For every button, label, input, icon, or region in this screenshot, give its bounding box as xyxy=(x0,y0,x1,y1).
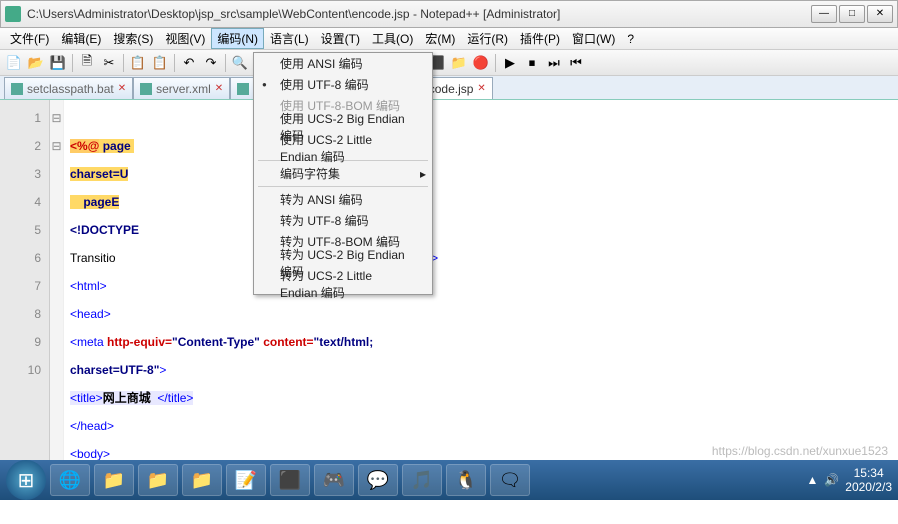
line-number: 10 xyxy=(0,356,41,384)
line-number: 7 xyxy=(0,272,41,300)
line-number: 5 xyxy=(0,216,41,244)
menu-item[interactable]: 插件(P) xyxy=(514,28,566,49)
toolbar-button[interactable]: ⏭ xyxy=(544,53,564,73)
document-tabbar: setclasspath.bat✕server.xml✕new 27✕new 3… xyxy=(0,76,898,100)
menu-item[interactable]: 窗口(W) xyxy=(566,28,621,49)
fold-column: ⊟⊟ xyxy=(50,100,64,470)
menu-item[interactable]: 语言(L) xyxy=(264,28,315,49)
toolbar-button[interactable]: 📋 xyxy=(128,53,148,73)
close-button[interactable]: ✕ xyxy=(867,5,893,23)
window-title: C:\Users\Administrator\Desktop\jsp_src\s… xyxy=(27,7,811,21)
minimize-button[interactable]: — xyxy=(811,5,837,23)
encoding-menu-item[interactable]: 转为 ANSI 编码 xyxy=(254,189,432,210)
clock-date: 2020/2/3 xyxy=(845,480,892,494)
tag-head: <head> xyxy=(70,307,111,321)
tab-close-icon[interactable]: ✕ xyxy=(118,83,126,94)
toolbar-button[interactable]: ↷ xyxy=(201,53,221,73)
toolbar: 📄📂💾🗎✂📋📋↶↷🔍🔎🔤👁⇄⬚≡¶⬛📁🔴▶⏹⏭⏮ xyxy=(0,50,898,76)
line-number: 9 xyxy=(0,328,41,356)
document-tab[interactable]: setclasspath.bat ✕ xyxy=(4,77,133,99)
taskbar-app[interactable]: 📁 xyxy=(94,464,134,496)
toolbar-button[interactable]: 💾 xyxy=(48,53,68,73)
line-number: 6 xyxy=(0,244,41,272)
line-number: 1 xyxy=(0,104,41,132)
line-number: 2 xyxy=(0,132,41,160)
taskbar-app[interactable]: 📁 xyxy=(138,464,178,496)
start-button[interactable]: ⊞ xyxy=(6,460,46,500)
tab-label: setclasspath.bat xyxy=(27,82,114,96)
toolbar-button[interactable]: 🔴 xyxy=(471,53,491,73)
toolbar-button[interactable]: 📁 xyxy=(449,53,469,73)
file-icon xyxy=(237,83,249,95)
window-controls: — □ ✕ xyxy=(811,5,893,23)
menu-item[interactable]: 编码(N) xyxy=(211,28,264,49)
encoding-menu-item[interactable]: 转为 UTF-8 编码 xyxy=(254,210,432,231)
line-number: 8 xyxy=(0,300,41,328)
taskbar-app[interactable]: 🐧 xyxy=(446,464,486,496)
menu-item[interactable]: 视图(V) xyxy=(159,28,211,49)
taskbar-app[interactable]: 🗨 xyxy=(490,464,530,496)
toolbar-button[interactable]: 🗎 xyxy=(77,53,97,73)
fold-toggle[interactable]: ⊟ xyxy=(50,132,63,160)
menu-item[interactable]: 搜索(S) xyxy=(107,28,159,49)
tab-close-icon[interactable]: ✕ xyxy=(477,83,485,94)
toolbar-button[interactable]: 📂 xyxy=(26,53,46,73)
app-icon xyxy=(5,6,21,22)
toolbar-button[interactable]: 📋 xyxy=(150,53,170,73)
menu-bar: 文件(F)编辑(E)搜索(S)视图(V)编码(N)语言(L)设置(T)工具(O)… xyxy=(0,28,898,50)
taskbar-app[interactable]: 🎮 xyxy=(314,464,354,496)
maximize-button[interactable]: □ xyxy=(839,5,865,23)
jsp-directive: <%@ xyxy=(70,139,99,153)
line-number: 3 xyxy=(0,160,41,188)
taskbar-app[interactable]: 📝 xyxy=(226,464,266,496)
taskbar-app[interactable]: 🎵 xyxy=(402,464,442,496)
line-number: 4 xyxy=(0,188,41,216)
system-tray[interactable]: ▲ 🔊 15:34 2020/2/3 xyxy=(806,466,892,494)
code-editor[interactable]: <%@ page ntentType="text/html; charset=U… xyxy=(64,100,898,470)
windows-taskbar: ⊞ 🌐📁📁📁📝⬛🎮💬🎵🐧🗨 ▲ 🔊 15:34 2020/2/3 xyxy=(0,460,898,500)
toolbar-button[interactable]: ⏮ xyxy=(566,53,586,73)
encoding-menu-item[interactable]: 使用 ANSI 编码 xyxy=(254,53,432,74)
file-icon xyxy=(11,83,23,95)
taskbar-app[interactable]: 💬 xyxy=(358,464,398,496)
menu-item[interactable]: ? xyxy=(621,30,640,48)
tab-label: server.xml xyxy=(156,82,211,96)
toolbar-button[interactable]: ✂ xyxy=(99,53,119,73)
tag-html: <html> xyxy=(70,279,107,293)
menu-item[interactable]: 设置(T) xyxy=(315,28,366,49)
toolbar-button[interactable]: ⏹ xyxy=(522,53,542,73)
toolbar-button[interactable]: ▶ xyxy=(500,53,520,73)
clock-time: 15:34 xyxy=(845,466,892,480)
toolbar-button[interactable]: 🔍 xyxy=(230,53,250,73)
menu-item[interactable]: 工具(O) xyxy=(366,28,419,49)
encoding-menu-item[interactable]: 编码字符集▸ xyxy=(254,163,432,184)
file-icon xyxy=(140,83,152,95)
line-number-gutter: 12345678910 xyxy=(0,100,50,470)
encoding-menu-dropdown: 使用 ANSI 编码使用 UTF-8 编码使用 UTF-8-BOM 编码使用 U… xyxy=(253,52,433,295)
tray-icon[interactable]: ▲ xyxy=(806,473,818,487)
menu-item[interactable]: 运行(R) xyxy=(461,28,514,49)
encoding-menu-item[interactable]: 使用 UTF-8 编码 xyxy=(254,74,432,95)
taskbar-app[interactable]: 🌐 xyxy=(50,464,90,496)
watermark-text: https://blog.csdn.net/xunxue1523 xyxy=(712,444,888,458)
encoding-menu-item[interactable]: 转为 UCS-2 Little Endian 编码 xyxy=(254,273,432,294)
title-text: 网上商城 xyxy=(103,391,151,405)
taskbar-app[interactable]: 📁 xyxy=(182,464,222,496)
menu-item[interactable]: 编辑(E) xyxy=(55,28,107,49)
taskbar-app[interactable]: ⬛ xyxy=(270,464,310,496)
menu-item[interactable]: 文件(F) xyxy=(4,28,55,49)
toolbar-button[interactable]: 📄 xyxy=(4,53,24,73)
submenu-arrow-icon: ▸ xyxy=(420,167,426,181)
fold-toggle[interactable]: ⊟ xyxy=(50,104,63,132)
menu-item[interactable]: 宏(M) xyxy=(419,28,461,49)
toolbar-button[interactable]: ↶ xyxy=(179,53,199,73)
tab-close-icon[interactable]: ✕ xyxy=(215,83,223,94)
editor-area: 12345678910 ⊟⊟ <%@ page ntentType="text/… xyxy=(0,100,898,470)
tray-icon[interactable]: 🔊 xyxy=(824,473,839,487)
document-tab[interactable]: server.xml ✕ xyxy=(133,77,230,99)
window-titlebar: C:\Users\Administrator\Desktop\jsp_src\s… xyxy=(0,0,898,28)
encoding-menu-item[interactable]: 使用 UCS-2 Little Endian 编码 xyxy=(254,137,432,158)
